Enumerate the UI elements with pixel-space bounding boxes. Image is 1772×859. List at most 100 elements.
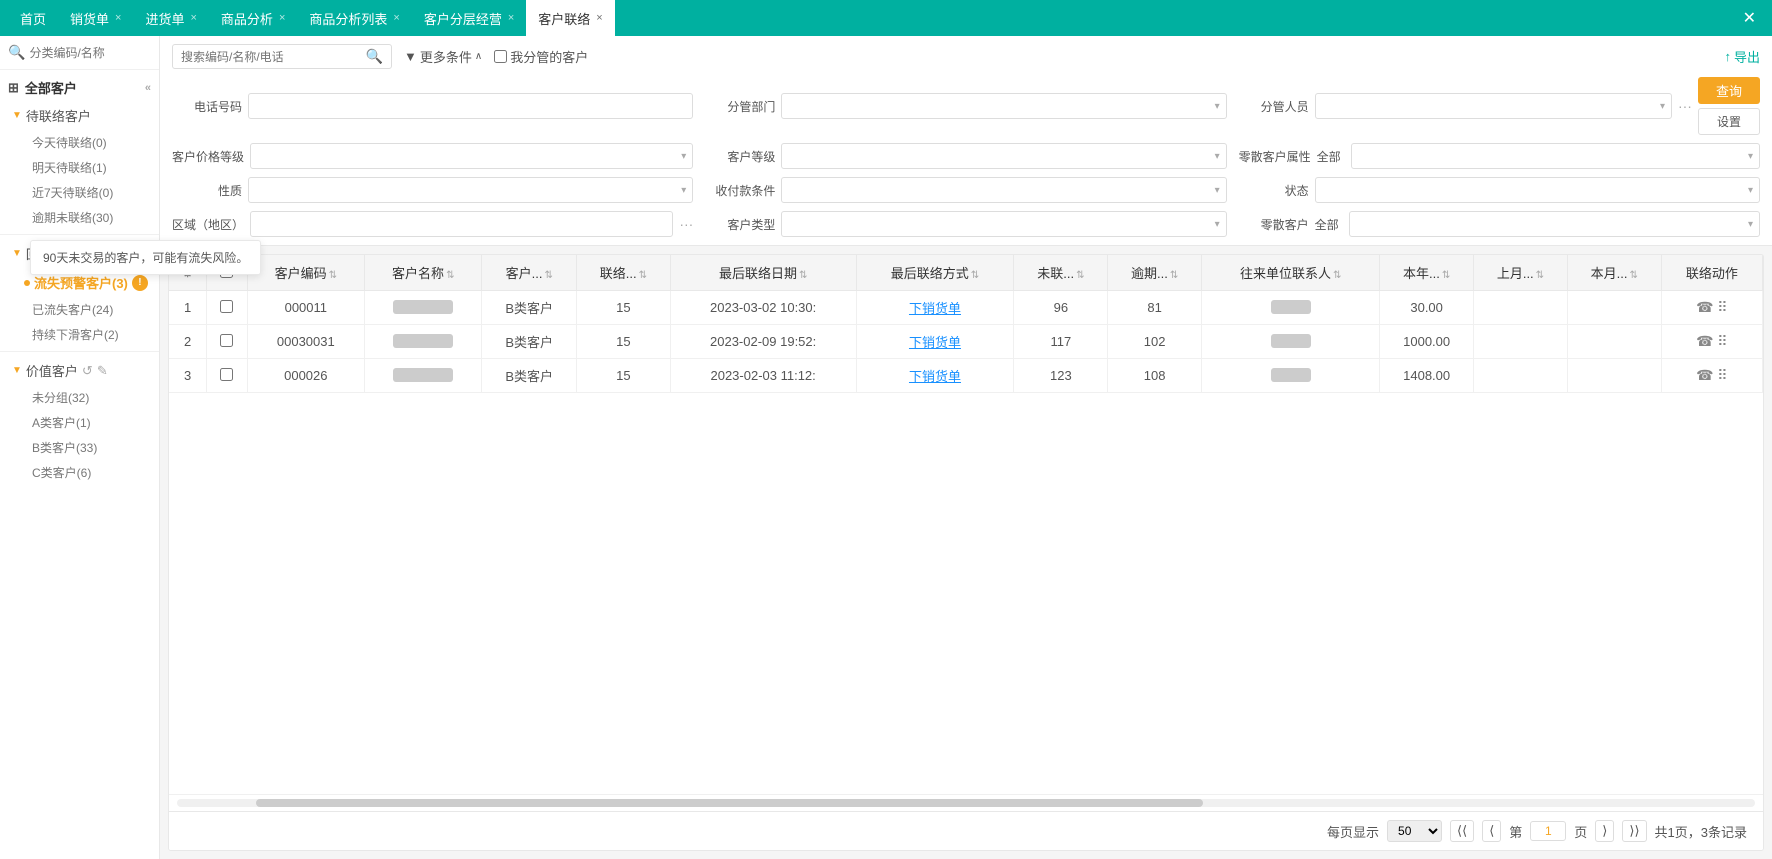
row-actions[interactable]: ☎ ⠿ [1661,291,1762,325]
filter-phone: 电话号码 [172,93,693,119]
zero-retail-select[interactable]: ▾ [1349,211,1760,237]
sort-icon: ⇅ [446,270,454,281]
status-select[interactable]: ▾ [1315,177,1760,203]
row-select-checkbox[interactable] [220,368,233,381]
filter-search-button[interactable]: 🔍 [366,48,383,65]
action-icon-1[interactable]: ☎ [1696,333,1713,349]
nav-tab-sales[interactable]: 销货单 × [58,0,133,36]
last-page-button[interactable]: ⟩⟩ [1622,820,1646,842]
nav-tab-customer-segmentation[interactable]: 客户分层经营 × [412,0,526,36]
sidebar-group-value[interactable]: ▼ 价值客户 ↺ ✎ [0,356,159,385]
sidebar-item-ungrouped[interactable]: 未分组(32) [0,385,159,410]
sidebar: 🔍 ⊞ 全部客户 « ▼ 待联络客户 今天待联络(0) 明天待联络(1) 近7天… [0,36,160,859]
row-actions[interactable]: ☎ ⠿ [1661,325,1762,359]
more-conditions-button[interactable]: ▼ 更多条件 ∧ [404,47,482,66]
all-customers-header[interactable]: ⊞ 全部客户 « [0,70,159,101]
row-name [365,325,482,359]
action-icon-1[interactable]: ☎ [1696,299,1713,315]
row-code: 000026 [247,359,364,393]
customer-type-select[interactable]: ▾ [781,211,1226,237]
row-last-contact-method[interactable]: 下销货单 [856,325,1014,359]
close-icon[interactable]: × [393,12,399,24]
row-contact: 15 [576,291,670,325]
action-icon-2[interactable]: ⠿ [1717,333,1727,349]
nav-tab-customer-contact[interactable]: 客户联络 × [526,0,614,36]
close-icon[interactable]: × [190,12,196,24]
sidebar-item-overdue-contact[interactable]: 逾期未联络(30) [0,205,159,230]
row-checkbox[interactable] [207,359,247,393]
col-contact: 联络...⇅ [576,255,670,291]
close-icon[interactable]: × [115,12,121,24]
refresh-icon[interactable]: ↺ [82,363,93,379]
scrollbar-thumb[interactable] [256,799,1203,807]
table-row: 1 000011 B类客户 15 2023-03-02 10:30: 下销货单 … [169,291,1763,325]
sidebar-item-class-c[interactable]: C类客户(6) [0,460,159,485]
nav-close-button[interactable]: ✕ [1735,8,1764,28]
division-person-select[interactable]: ▾ [1315,93,1672,119]
filter-toolbar: 🔍 ▼ 更多条件 ∧ 我分管的客户 ↑ 导出 [172,44,1760,69]
filter-customer-level: 客户等级 ▾ [705,143,1226,169]
phone-input[interactable] [248,93,693,119]
horizontal-scrollbar[interactable] [169,794,1763,811]
customer-price-select[interactable]: ▾ [250,143,693,169]
my-customers-check[interactable] [494,50,507,63]
row-last-contact-date: 2023-02-03 11:12: [670,359,856,393]
table-scroll[interactable]: ⚙ 客户编码⇅ 客户名称⇅ 客户...⇅ 联络...⇅ 最后联络日期⇅ 最后联络… [169,255,1763,794]
action-icon-2[interactable]: ⠿ [1717,367,1727,383]
prev-page-button[interactable]: ⟨ [1482,820,1501,842]
warning-badge: ! [132,275,148,291]
sidebar-item-declining[interactable]: 持续下滑客户(2) [0,322,159,347]
settings-button[interactable]: 设置 [1698,108,1760,135]
page-size-select[interactable]: 50 100 [1387,820,1442,842]
row-select-checkbox[interactable] [220,300,233,313]
row-last-month [1474,359,1568,393]
table-row: 3 000026 B类客户 15 2023-02-03 11:12: 下销货单 … [169,359,1763,393]
nav-tab-purchase[interactable]: 进货单 × [133,0,208,36]
triangle-icon: ▼ [12,110,22,121]
sidebar-item-class-b[interactable]: B类客户(33) [0,435,159,460]
sidebar-item-tomorrow-contact[interactable]: 明天待联络(1) [0,155,159,180]
edit-icon[interactable]: ✎ [97,363,108,379]
zero-retail-attr-select[interactable]: ▾ [1351,143,1760,169]
gender-select[interactable]: ▾ [248,177,693,203]
row-last-contact-method[interactable]: 下销货单 [856,291,1014,325]
payment-term-select[interactable]: ▾ [781,177,1226,203]
region-dots-icon[interactable]: ··· [679,216,693,232]
page-number-input[interactable]: 1 [1530,821,1566,841]
close-icon[interactable]: × [508,12,514,24]
my-customers-checkbox[interactable]: 我分管的客户 [494,47,588,66]
filter-zero-retail-attr: 零散客户属性 全部 ▾ [1239,143,1760,169]
filter-division-person: 分管人员 ▾ ··· 查询 设置 [1239,77,1760,135]
close-icon[interactable]: × [279,12,285,24]
nav-tab-product-analysis-list[interactable]: 商品分析列表 × [297,0,411,36]
filter-search-input[interactable] [181,50,366,64]
chevron-down-icon: ▾ [1748,185,1753,196]
region-select[interactable] [250,211,673,237]
sidebar-search-input[interactable] [29,46,151,60]
row-checkbox[interactable] [207,325,247,359]
sidebar-item-7day-contact[interactable]: 近7天待联络(0) [0,180,159,205]
sidebar-item-today-contact[interactable]: 今天待联络(0) [0,130,159,155]
dots-icon[interactable]: ··· [1678,98,1692,114]
export-button[interactable]: ↑ 导出 [1724,47,1760,66]
action-icon-2[interactable]: ⠿ [1717,299,1727,315]
nav-home[interactable]: 首页 [8,0,58,36]
sidebar-group-pending[interactable]: ▼ 待联络客户 [0,101,159,130]
action-icon-1[interactable]: ☎ [1696,367,1713,383]
sidebar-item-class-a[interactable]: A类客户(1) [0,410,159,435]
first-page-button[interactable]: ⟨⟨ [1450,820,1474,842]
query-button[interactable]: 查询 [1698,77,1760,104]
row-actions[interactable]: ☎ ⠿ [1661,359,1762,393]
customer-level-select[interactable]: ▾ [781,143,1226,169]
filter-status: 状态 ▾ [1239,177,1760,203]
scrollbar-track[interactable] [177,799,1755,807]
sidebar-item-churned[interactable]: 已流失客户(24) [0,297,159,322]
row-select-checkbox[interactable] [220,334,233,347]
row-last-contact-method[interactable]: 下销货单 [856,359,1014,393]
nav-tab-product-analysis[interactable]: 商品分析 × [209,0,297,36]
row-contact: 15 [576,359,670,393]
division-dept-select[interactable]: ▾ [781,93,1226,119]
close-icon[interactable]: × [596,12,602,24]
row-checkbox[interactable] [207,291,247,325]
next-page-button[interactable]: ⟩ [1595,820,1614,842]
